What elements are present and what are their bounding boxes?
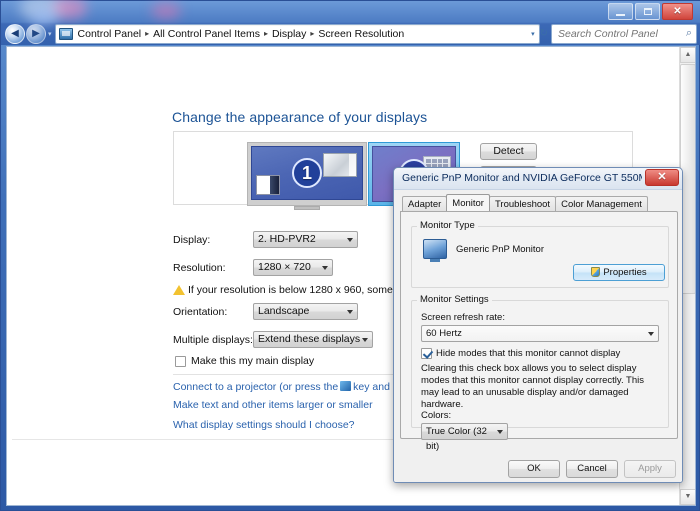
chevron-down-icon: [347, 310, 353, 314]
resolution-dropdown-value: 1280 × 720: [258, 261, 311, 273]
breadcrumb-item-screen-resolution[interactable]: Screen Resolution: [315, 26, 407, 42]
monitor-stand-icon: [294, 206, 320, 210]
window-preview-icon: [323, 153, 357, 177]
monitor-properties-dialog: Generic PnP Monitor and NVIDIA GeForce G…: [393, 167, 683, 483]
page-title: Change the appearance of your displays: [172, 109, 428, 125]
scroll-up-button[interactable]: ▲: [680, 47, 695, 63]
glass-highlight: [151, 3, 181, 19]
display-dropdown-value: 2. HD-PVR2: [258, 233, 316, 245]
apply-button: Apply: [624, 460, 676, 478]
address-bar-actions: ▾: [531, 30, 537, 38]
hide-modes-checkbox-row[interactable]: Hide modes that this monitor cannot disp…: [421, 348, 620, 359]
dialog-close-button[interactable]: ✕: [645, 169, 679, 186]
main-display-checkbox[interactable]: [175, 355, 186, 367]
link-make-text-larger[interactable]: Make text and other items larger or smal…: [173, 399, 373, 411]
monitor-settings-group-label: Monitor Settings: [417, 294, 492, 305]
back-button[interactable]: ◀: [5, 23, 25, 44]
refresh-rate-label: Screen refresh rate:: [421, 312, 505, 323]
maximize-icon: [643, 7, 652, 15]
hide-modes-label: Hide modes that this monitor cannot disp…: [436, 348, 621, 359]
colors-dropdown[interactable]: True Color (32 bit): [421, 423, 508, 452]
colors-value: True Color (32 bit): [426, 426, 487, 452]
dialog-titlebar: Generic PnP Monitor and NVIDIA GeForce G…: [394, 168, 682, 190]
ok-button[interactable]: OK: [508, 460, 560, 478]
multiple-displays-dropdown[interactable]: Extend these displays: [253, 331, 373, 348]
refresh-icon[interactable]: ↻: [540, 28, 548, 39]
breadcrumb-item-control-panel[interactable]: Control Panel: [75, 26, 145, 42]
chevron-down-icon: [347, 238, 353, 242]
search-icon: ⌕: [685, 27, 692, 39]
monitor-thumbnail-1[interactable]: 1: [247, 142, 367, 210]
hide-modes-note: Clearing this check box allows you to se…: [421, 363, 644, 410]
back-icon: ◀: [11, 27, 19, 39]
search-input[interactable]: [556, 26, 686, 41]
minimize-button[interactable]: [608, 3, 633, 20]
chevron-down-icon: [497, 430, 503, 434]
monitor-type-name: Generic PnP Monitor: [456, 244, 545, 255]
properties-button-label: Properties: [603, 267, 647, 278]
breadcrumb-item-display[interactable]: Display: [269, 26, 309, 42]
address-bar-row: ◀ ▶ ▾ Control Panel ▸ All Control Panel …: [5, 23, 697, 44]
properties-button[interactable]: Properties: [573, 264, 665, 281]
main-display-checkbox-label: Make this my main display: [191, 355, 315, 367]
window-controls: ✕: [608, 3, 693, 20]
chevron-down-icon: [362, 338, 368, 342]
chevron-down-icon: [648, 332, 654, 336]
minimize-icon: [616, 14, 625, 16]
glass-highlight: [53, 0, 87, 19]
orientation-dropdown-value: Landscape: [258, 305, 310, 317]
multiple-displays-label: Multiple displays:: [173, 334, 253, 346]
address-chevron-down-icon[interactable]: ▾: [531, 30, 535, 38]
control-panel-icon: [58, 27, 73, 40]
tab-adapter[interactable]: Adapter: [402, 196, 448, 211]
glass-highlight: [19, 0, 65, 21]
refresh-rate-value: 60 Hertz: [426, 328, 462, 339]
monitor-number-1: 1: [292, 158, 322, 188]
forward-button[interactable]: ▶: [26, 23, 46, 44]
windows-key-icon: [340, 381, 352, 391]
link-what-settings[interactable]: What display settings should I choose?: [173, 419, 355, 431]
tab-color-management[interactable]: Color Management: [555, 196, 648, 211]
explorer-window: ✕ ◀ ▶ ▾ Control Panel ▸ All Control Pane…: [0, 0, 700, 511]
chevron-down-icon: [322, 266, 328, 270]
shield-icon: [591, 267, 601, 277]
monitor-icon: [423, 239, 447, 259]
colors-label: Colors:: [421, 410, 452, 421]
dialog-tabstrip: Adapter Monitor Troubleshoot Color Manag…: [402, 194, 648, 211]
breadcrumb-item-all-control-panel-items[interactable]: All Control Panel Items: [150, 26, 263, 42]
close-button[interactable]: ✕: [662, 3, 693, 20]
recent-pages-chevron-down-icon[interactable]: ▾: [48, 30, 52, 38]
detect-button[interactable]: Detect: [480, 143, 537, 160]
document-preview-icon: [256, 175, 280, 195]
tab-panel-monitor: Monitor Type Generic PnP Monitor Propert…: [400, 211, 678, 452]
warning-icon: [173, 285, 185, 295]
main-display-checkbox-row[interactable]: Make this my main display: [175, 355, 314, 367]
search-box[interactable]: ⌕: [551, 23, 697, 44]
monitor-screen-1: 1: [251, 146, 363, 200]
monitor-type-group-label: Monitor Type: [417, 220, 478, 231]
breadcrumb[interactable]: Control Panel ▸ All Control Panel Items …: [54, 23, 540, 44]
hide-modes-checkbox[interactable]: [421, 348, 432, 359]
refresh-rate-dropdown[interactable]: 60 Hertz: [421, 325, 659, 342]
forward-icon: ▶: [32, 27, 40, 39]
maximize-button[interactable]: [635, 3, 660, 20]
link-connect-projector[interactable]: Connect to a projector (or press the key …: [173, 381, 421, 393]
resolution-label: Resolution:: [173, 262, 226, 274]
resolution-warning-text: If your resolution is below 1280 x 960, …: [188, 284, 421, 296]
display-label: Display:: [173, 234, 211, 246]
dialog-footer: OK Cancel Apply: [394, 460, 682, 478]
tab-monitor[interactable]: Monitor: [446, 194, 490, 211]
orientation-dropdown[interactable]: Landscape: [253, 303, 358, 320]
dialog-body: Adapter Monitor Troubleshoot Color Manag…: [394, 190, 682, 482]
orientation-label: Orientation:: [173, 306, 228, 318]
multiple-displays-dropdown-value: Extend these displays: [258, 333, 361, 345]
link-connect-projector-text: Connect to a projector (or press the: [173, 381, 339, 393]
cancel-button[interactable]: Cancel: [566, 460, 618, 478]
display-dropdown[interactable]: 2. HD-PVR2: [253, 231, 358, 248]
dialog-title: Generic PnP Monitor and NVIDIA GeForce G…: [402, 172, 642, 184]
resolution-dropdown[interactable]: 1280 × 720: [253, 259, 333, 276]
scroll-down-button[interactable]: ▼: [680, 489, 695, 505]
tab-troubleshoot[interactable]: Troubleshoot: [488, 196, 557, 211]
